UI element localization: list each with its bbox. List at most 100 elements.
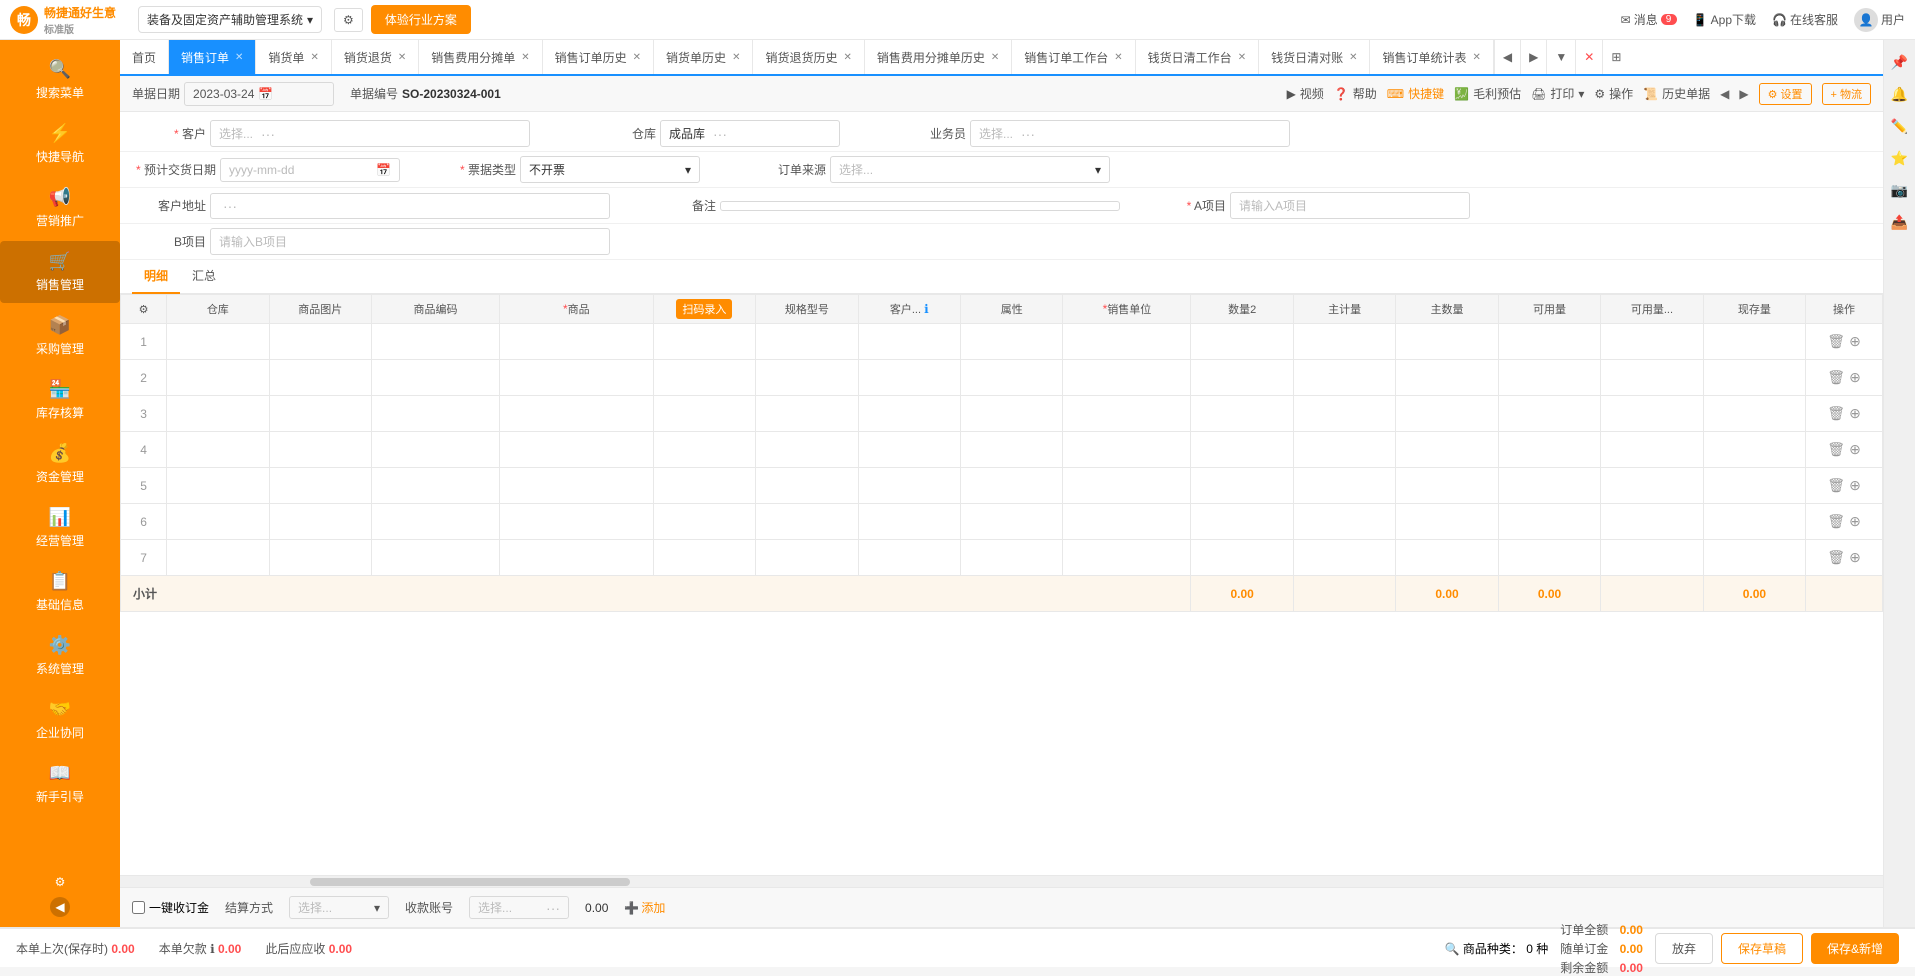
tab-sales-order[interactable]: 销售订单 ✕ xyxy=(169,40,256,75)
tab-sales-order-history[interactable]: 销售订单历史 ✕ xyxy=(543,40,654,75)
row-5-warehouse[interactable] xyxy=(167,468,269,504)
row-6-main-qty[interactable] xyxy=(1396,504,1498,540)
tab-expand-btn[interactable]: ⊞ xyxy=(1602,40,1629,75)
nav-next-btn[interactable]: ▶ xyxy=(1739,87,1748,101)
rp-icon-flag[interactable]: 📌 xyxy=(1886,48,1914,76)
row-1-qty2[interactable] xyxy=(1191,324,1293,360)
invoice-type-select[interactable]: 不开票 ▾ xyxy=(520,156,700,183)
row-6-delete-btn[interactable]: 🗑 xyxy=(1827,513,1845,530)
row-1-warehouse[interactable] xyxy=(167,324,269,360)
row-3-available2[interactable] xyxy=(1601,396,1703,432)
save-new-btn[interactable]: 保存&新增 xyxy=(1811,933,1899,964)
tab-sales-return-history-close[interactable]: ✕ xyxy=(843,52,851,63)
tab-sales-goods-close[interactable]: ✕ xyxy=(310,52,318,63)
row-1-attribute[interactable] xyxy=(960,324,1062,360)
row-7-main-unit[interactable] xyxy=(1293,540,1395,576)
tab-next-btn[interactable]: ▶ xyxy=(1520,40,1546,75)
sidebar-settings-btn[interactable]: ⚙ xyxy=(55,875,66,889)
warehouse-input[interactable]: 成品库 ··· xyxy=(660,120,840,147)
row-7-product[interactable] xyxy=(500,540,654,576)
row-6-sales-unit[interactable] xyxy=(1063,504,1191,540)
row-5-qty2[interactable] xyxy=(1191,468,1293,504)
col-settings[interactable]: ⚙ xyxy=(121,295,167,324)
tab-sales-return[interactable]: 销货退货 ✕ xyxy=(332,40,419,75)
industry-plan-button[interactable]: 体验行业方案 xyxy=(371,5,471,34)
row-7-customer-code[interactable] xyxy=(858,540,960,576)
row-2-delete-btn[interactable]: 🗑 xyxy=(1827,369,1845,386)
tab-summary[interactable]: 汇总 xyxy=(180,260,228,294)
row-4-available[interactable] xyxy=(1498,432,1600,468)
tab-sales-goods-history[interactable]: 销货单历史 ✕ xyxy=(654,40,753,75)
row-5-main-unit[interactable] xyxy=(1293,468,1395,504)
row-6-main-unit[interactable] xyxy=(1293,504,1395,540)
row-2-available2[interactable] xyxy=(1601,360,1703,396)
row-1-delete-btn[interactable]: 🗑 xyxy=(1827,333,1845,350)
shortcut-btn[interactable]: ⌨ 快捷键 xyxy=(1387,85,1444,102)
row-6-warehouse[interactable] xyxy=(167,504,269,540)
tab-sales-fee-history-close[interactable]: ✕ xyxy=(991,52,999,63)
row-4-warehouse[interactable] xyxy=(167,432,269,468)
row-5-customer-code[interactable] xyxy=(858,468,960,504)
row-3-copy-btn[interactable]: ⊕ xyxy=(1849,405,1861,422)
row-5-code[interactable] xyxy=(371,468,499,504)
row-2-code[interactable] xyxy=(371,360,499,396)
operations-btn[interactable]: ⚙ 操作 xyxy=(1594,85,1633,102)
row-5-current-stock[interactable] xyxy=(1703,468,1805,504)
tab-sales-return-close[interactable]: ✕ xyxy=(398,52,406,63)
row-3-code[interactable] xyxy=(371,396,499,432)
row-5-delete-btn[interactable]: 🗑 xyxy=(1827,477,1845,494)
row-5-spec[interactable] xyxy=(756,468,858,504)
row-1-main-qty[interactable] xyxy=(1396,324,1498,360)
row-7-delete-btn[interactable]: 🗑 xyxy=(1827,549,1845,566)
sidebar-item-guide[interactable]: 📖 新手引导 xyxy=(0,753,120,815)
row-7-current-stock[interactable] xyxy=(1703,540,1805,576)
row-4-spec[interactable] xyxy=(756,432,858,468)
tab-cash-workbench-close[interactable]: ✕ xyxy=(1238,52,1246,63)
row-2-copy-btn[interactable]: ⊕ xyxy=(1849,369,1861,386)
delivery-date-input[interactable]: yyyy-mm-dd 📅 xyxy=(220,158,400,182)
tab-cash-workbench[interactable]: 钱货日清工作台 ✕ xyxy=(1136,40,1259,75)
row-3-main-unit[interactable] xyxy=(1293,396,1395,432)
sidebar-item-finance[interactable]: 💰 资金管理 xyxy=(0,433,120,495)
rp-icon-bell[interactable]: 🔔 xyxy=(1886,80,1914,108)
row-6-spec[interactable] xyxy=(756,504,858,540)
row-1-customer-code[interactable] xyxy=(858,324,960,360)
tab-detail[interactable]: 明细 xyxy=(132,260,180,294)
tab-cash-reconcile[interactable]: 钱货日清对账 ✕ xyxy=(1259,40,1370,75)
tab-prev-btn[interactable]: ◀ xyxy=(1494,40,1520,75)
tab-cash-reconcile-close[interactable]: ✕ xyxy=(1349,52,1357,63)
row-2-current-stock[interactable] xyxy=(1703,360,1805,396)
receipt-account-select[interactable]: 选择... ··· xyxy=(469,896,569,919)
row-2-warehouse[interactable] xyxy=(167,360,269,396)
row-4-qty2[interactable] xyxy=(1191,432,1293,468)
rp-icon-star[interactable]: ⭐ xyxy=(1886,144,1914,172)
sidebar-item-quick[interactable]: ⚡ 快捷导航 xyxy=(0,113,120,175)
scroll-thumb[interactable] xyxy=(310,878,630,886)
row-2-main-qty[interactable] xyxy=(1396,360,1498,396)
info-icon[interactable]: ℹ xyxy=(210,942,215,956)
help-btn[interactable]: ❓ 帮助 xyxy=(1334,85,1377,102)
sidebar-item-operations[interactable]: 📊 经营管理 xyxy=(0,497,120,559)
row-3-product[interactable] xyxy=(500,396,654,432)
row-4-current-stock[interactable] xyxy=(1703,432,1805,468)
row-2-qty2[interactable] xyxy=(1191,360,1293,396)
row-3-attribute[interactable] xyxy=(960,396,1062,432)
tab-sales-workbench[interactable]: 销售订单工作台 ✕ xyxy=(1012,40,1135,75)
payment-method-select[interactable]: 选择... ▾ xyxy=(289,896,389,919)
row-5-main-qty[interactable] xyxy=(1396,468,1498,504)
salesperson-input[interactable]: 选择... ··· xyxy=(970,120,1290,147)
discard-btn[interactable]: 放弃 xyxy=(1655,933,1713,964)
row-1-code[interactable] xyxy=(371,324,499,360)
tab-close-all-btn[interactable]: ✕ xyxy=(1575,40,1602,75)
row-4-customer-code[interactable] xyxy=(858,432,960,468)
user-btn[interactable]: 👤 用户 xyxy=(1854,8,1905,32)
sidebar-item-basic[interactable]: 📋 基础信息 xyxy=(0,561,120,623)
row-2-product[interactable] xyxy=(500,360,654,396)
one-click-checkbox-input[interactable] xyxy=(132,901,145,914)
row-2-spec[interactable] xyxy=(756,360,858,396)
sidebar-item-search[interactable]: 🔍 搜索菜单 xyxy=(0,49,120,111)
row-1-available2[interactable] xyxy=(1601,324,1703,360)
row-2-main-unit[interactable] xyxy=(1293,360,1395,396)
tab-sales-statistics[interactable]: 销售订单统计表 ✕ xyxy=(1370,40,1493,75)
tab-sales-goods[interactable]: 销货单 ✕ xyxy=(256,40,331,75)
